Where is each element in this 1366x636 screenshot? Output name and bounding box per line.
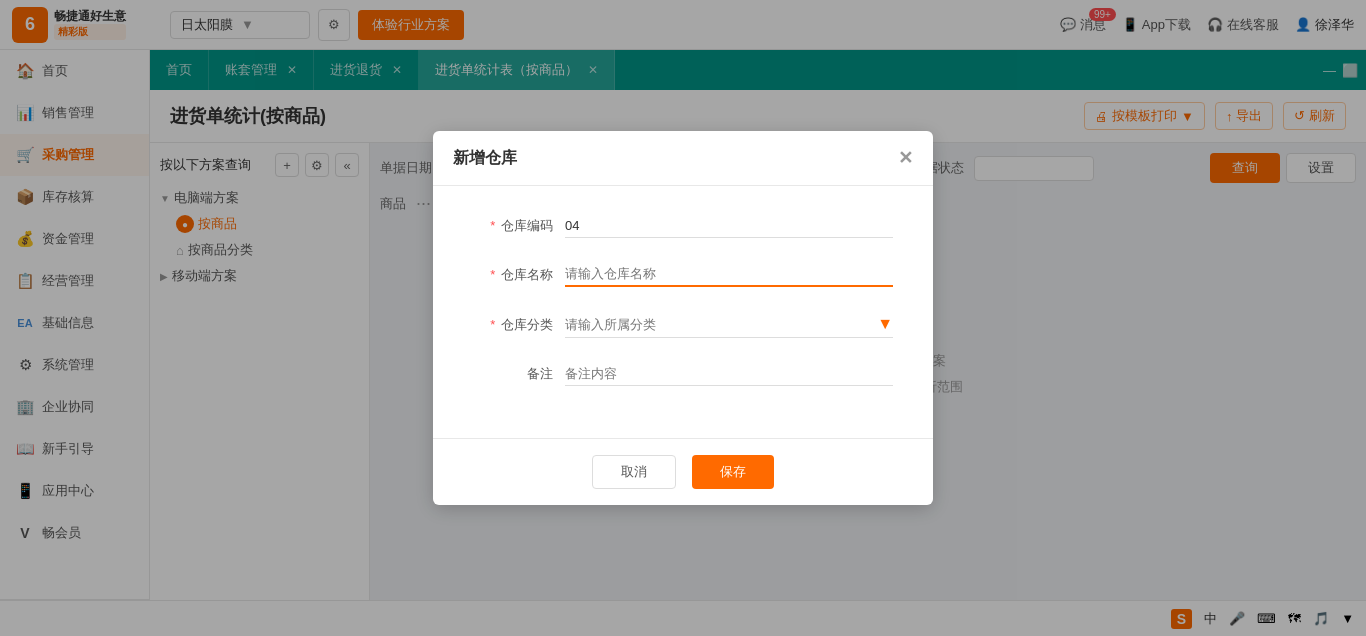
cancel-button[interactable]: 取消 bbox=[592, 455, 676, 489]
category-select-row: ▼ bbox=[565, 311, 893, 338]
warehouse-name-input[interactable] bbox=[565, 262, 893, 287]
modal-close-button[interactable]: ✕ bbox=[898, 147, 913, 169]
add-warehouse-modal: 新增仓库 ✕ * 仓库编码 * 仓库名称 bbox=[433, 131, 933, 505]
form-row-code: * 仓库编码 bbox=[473, 214, 893, 238]
modal-footer: 取消 保存 bbox=[433, 438, 933, 505]
form-row-note: 备注 bbox=[473, 362, 893, 386]
category-label: * 仓库分类 bbox=[473, 316, 553, 334]
name-label: * 仓库名称 bbox=[473, 266, 553, 284]
category-input[interactable] bbox=[565, 317, 877, 332]
save-button[interactable]: 保存 bbox=[692, 455, 774, 489]
modal-header: 新增仓库 ✕ bbox=[433, 131, 933, 186]
code-label: * 仓库编码 bbox=[473, 217, 553, 235]
warehouse-code-input[interactable] bbox=[565, 214, 893, 238]
category-dropdown-icon[interactable]: ▼ bbox=[877, 315, 893, 333]
modal-body: * 仓库编码 * 仓库名称 * 仓库分类 bbox=[433, 186, 933, 438]
modal-overlay: 新增仓库 ✕ * 仓库编码 * 仓库名称 bbox=[0, 0, 1366, 636]
category-required-star: * bbox=[490, 317, 495, 332]
name-required-star: * bbox=[490, 267, 495, 282]
note-label: 备注 bbox=[473, 365, 553, 383]
code-required-star: * bbox=[490, 218, 495, 233]
modal-title: 新增仓库 bbox=[453, 148, 517, 169]
note-input[interactable] bbox=[565, 362, 893, 386]
form-row-name: * 仓库名称 bbox=[473, 262, 893, 287]
form-row-category: * 仓库分类 ▼ bbox=[473, 311, 893, 338]
